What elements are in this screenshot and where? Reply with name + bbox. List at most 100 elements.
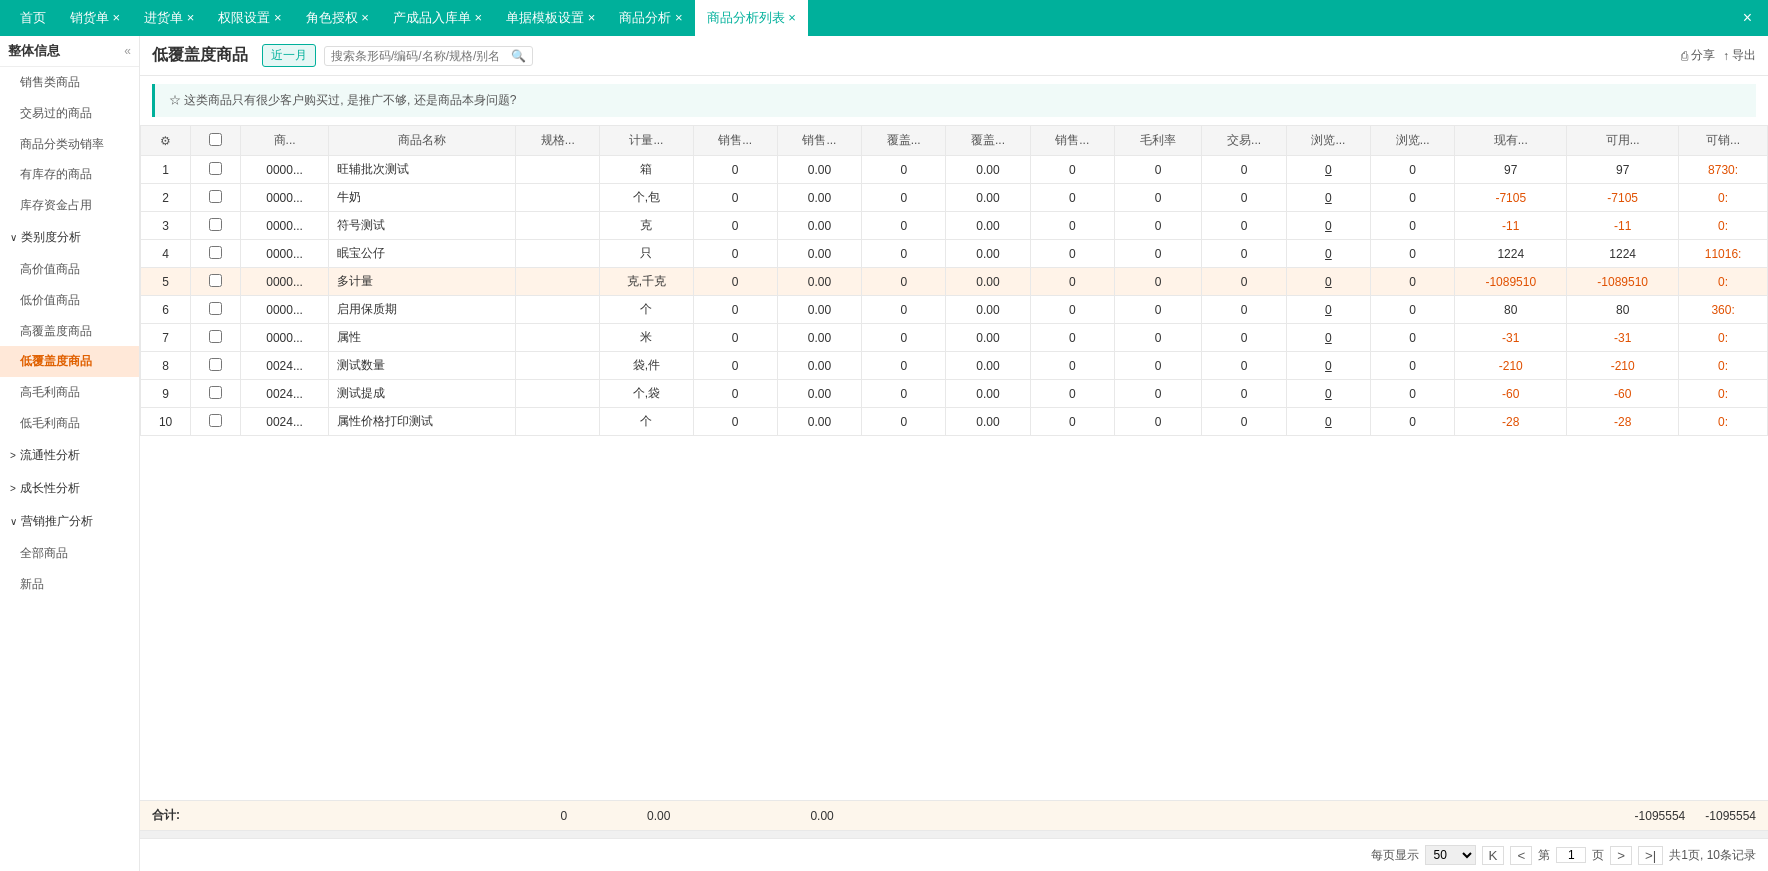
export-button[interactable]: ↑ 导出	[1723, 47, 1756, 64]
page-number-input[interactable]	[1556, 847, 1586, 863]
sidebar-item-traded-goods[interactable]: 交易过的商品	[0, 98, 139, 129]
cell-checkbox[interactable]	[191, 184, 241, 212]
col-code[interactable]: 商...	[240, 126, 329, 156]
prev-page-button[interactable]: <	[1510, 846, 1532, 865]
col-coverage2[interactable]: 覆盖...	[946, 126, 1030, 156]
col-current-stock[interactable]: 现有...	[1455, 126, 1567, 156]
sidebar-item-stock-funds[interactable]: 库存资金占用	[0, 190, 139, 221]
sidebar-section-category[interactable]: ∨ 类别度分析	[0, 221, 139, 254]
first-page-button[interactable]: K	[1482, 846, 1505, 865]
col-sales-amount[interactable]: 销售...	[777, 126, 861, 156]
nav-close-button[interactable]: ×	[1735, 9, 1760, 27]
coverage-total: 0.00	[810, 809, 833, 823]
row-checkbox[interactable]	[209, 358, 222, 371]
row-checkbox[interactable]	[209, 246, 222, 259]
sidebar-item-high-margin[interactable]: 高毛利商品	[0, 377, 139, 408]
total-info: 共1页, 10条记录	[1669, 847, 1756, 864]
sidebar-item-low-margin[interactable]: 低毛利商品	[0, 408, 139, 439]
col-checkbox[interactable]	[191, 126, 241, 156]
sidebar-item-category-rate[interactable]: 商品分类动销率	[0, 129, 139, 160]
sidebar-item-sales-goods[interactable]: 销售类商品	[0, 67, 139, 98]
sidebar-section-marketing[interactable]: ∨ 营销推广分析	[0, 505, 139, 538]
cell-browse1[interactable]: 0	[1286, 268, 1370, 296]
sidebar-item-low-value[interactable]: 低价值商品	[0, 285, 139, 316]
nav-permissions[interactable]: 权限设置 ×	[206, 0, 293, 36]
col-browse2[interactable]: 浏览...	[1371, 126, 1455, 156]
cell-browse1[interactable]: 0	[1286, 240, 1370, 268]
cell-checkbox[interactable]	[191, 324, 241, 352]
sidebar-collapse-icon: «	[124, 44, 131, 58]
row-checkbox[interactable]	[209, 190, 222, 203]
sidebar-section-flow[interactable]: > 流通性分析	[0, 439, 139, 472]
cell-browse1[interactable]: 0	[1286, 324, 1370, 352]
nav-sales-order[interactable]: 销货单 ×	[58, 0, 132, 36]
sidebar-item-new-goods[interactable]: 新品	[0, 569, 139, 600]
col-browse1[interactable]: 浏览...	[1286, 126, 1370, 156]
search-input[interactable]	[331, 49, 511, 63]
nav-home[interactable]: 首页	[8, 0, 58, 36]
cell-checkbox[interactable]	[191, 240, 241, 268]
col-settings[interactable]: ⚙	[141, 126, 191, 156]
col-gross-margin[interactable]: 毛利率	[1114, 126, 1202, 156]
cell-browse1[interactable]: 0	[1286, 296, 1370, 324]
row-checkbox[interactable]	[209, 274, 222, 287]
row-checkbox[interactable]	[209, 414, 222, 427]
share-label: 分享	[1691, 47, 1715, 64]
cell-checkbox[interactable]	[191, 408, 241, 436]
sidebar-item-all-goods[interactable]: 全部商品	[0, 538, 139, 569]
row-checkbox[interactable]	[209, 386, 222, 399]
cell-checkbox[interactable]	[191, 296, 241, 324]
cell-checkbox[interactable]	[191, 352, 241, 380]
search-box: 🔍	[324, 46, 533, 66]
next-page-button[interactable]: >	[1610, 846, 1632, 865]
cell-browse1[interactable]: 0	[1286, 184, 1370, 212]
cell-browse1[interactable]: 0	[1286, 156, 1370, 184]
table-container[interactable]: ⚙ 商... 商品名称 规格... 计量... 销售... 销售... 覆盖..…	[140, 125, 1768, 800]
nav-purchase-order[interactable]: 进货单 ×	[132, 0, 206, 36]
col-name[interactable]: 商品名称	[329, 126, 516, 156]
col-coverage1[interactable]: 覆盖...	[862, 126, 946, 156]
col-sales3[interactable]: 销售...	[1030, 126, 1114, 156]
nav-template-settings[interactable]: 单据模板设置 ×	[494, 0, 607, 36]
search-icon[interactable]: 🔍	[511, 49, 526, 63]
col-unit[interactable]: 计量...	[600, 126, 693, 156]
sidebar-section-growth[interactable]: > 成长性分析	[0, 472, 139, 505]
sidebar-collapse[interactable]: 整体信息 «	[0, 36, 139, 67]
cell-index: 7	[141, 324, 191, 352]
cell-browse1[interactable]: 0	[1286, 352, 1370, 380]
last-page-button[interactable]: >|	[1638, 846, 1663, 865]
sidebar-item-high-value[interactable]: 高价值商品	[0, 254, 139, 285]
cell-coverage1: 0	[862, 408, 946, 436]
cell-checkbox[interactable]	[191, 268, 241, 296]
period-button[interactable]: 近一月	[262, 44, 316, 67]
col-sales-count[interactable]: 销售...	[693, 126, 777, 156]
cell-checkbox[interactable]	[191, 156, 241, 184]
nav-product-analysis[interactable]: 商品分析 ×	[607, 0, 694, 36]
row-checkbox[interactable]	[209, 302, 222, 315]
cell-browse1[interactable]: 0	[1286, 212, 1370, 240]
row-checkbox[interactable]	[209, 162, 222, 175]
col-sellable[interactable]: 可销...	[1679, 126, 1768, 156]
horizontal-scrollbar[interactable]	[140, 830, 1768, 838]
col-transaction[interactable]: 交易...	[1202, 126, 1286, 156]
cell-checkbox[interactable]	[191, 380, 241, 408]
cell-browse1[interactable]: 0	[1286, 380, 1370, 408]
cell-browse1[interactable]: 0	[1286, 408, 1370, 436]
share-button[interactable]: ⎙ 分享	[1681, 47, 1715, 64]
row-checkbox[interactable]	[209, 218, 222, 231]
sidebar-item-low-coverage[interactable]: 低覆盖度商品	[0, 346, 139, 377]
sidebar-item-stocked-goods[interactable]: 有库存的商品	[0, 159, 139, 190]
nav-product-analysis-list[interactable]: 商品分析列表 ×	[695, 0, 808, 36]
select-all-checkbox[interactable]	[209, 133, 222, 146]
row-checkbox[interactable]	[209, 330, 222, 343]
cell-current-stock: -7105	[1455, 184, 1567, 212]
nav-product-warehouse[interactable]: 产成品入库单 ×	[381, 0, 494, 36]
col-available-stock[interactable]: 可用...	[1567, 126, 1679, 156]
cell-coverage1: 0	[862, 156, 946, 184]
nav-role-auth[interactable]: 角色授权 ×	[294, 0, 381, 36]
col-spec[interactable]: 规格...	[516, 126, 600, 156]
per-page-select[interactable]: 50 20 100	[1425, 845, 1476, 865]
sidebar-item-high-coverage[interactable]: 高覆盖度商品	[0, 316, 139, 347]
cell-checkbox[interactable]	[191, 212, 241, 240]
cell-code: 0000...	[240, 184, 329, 212]
